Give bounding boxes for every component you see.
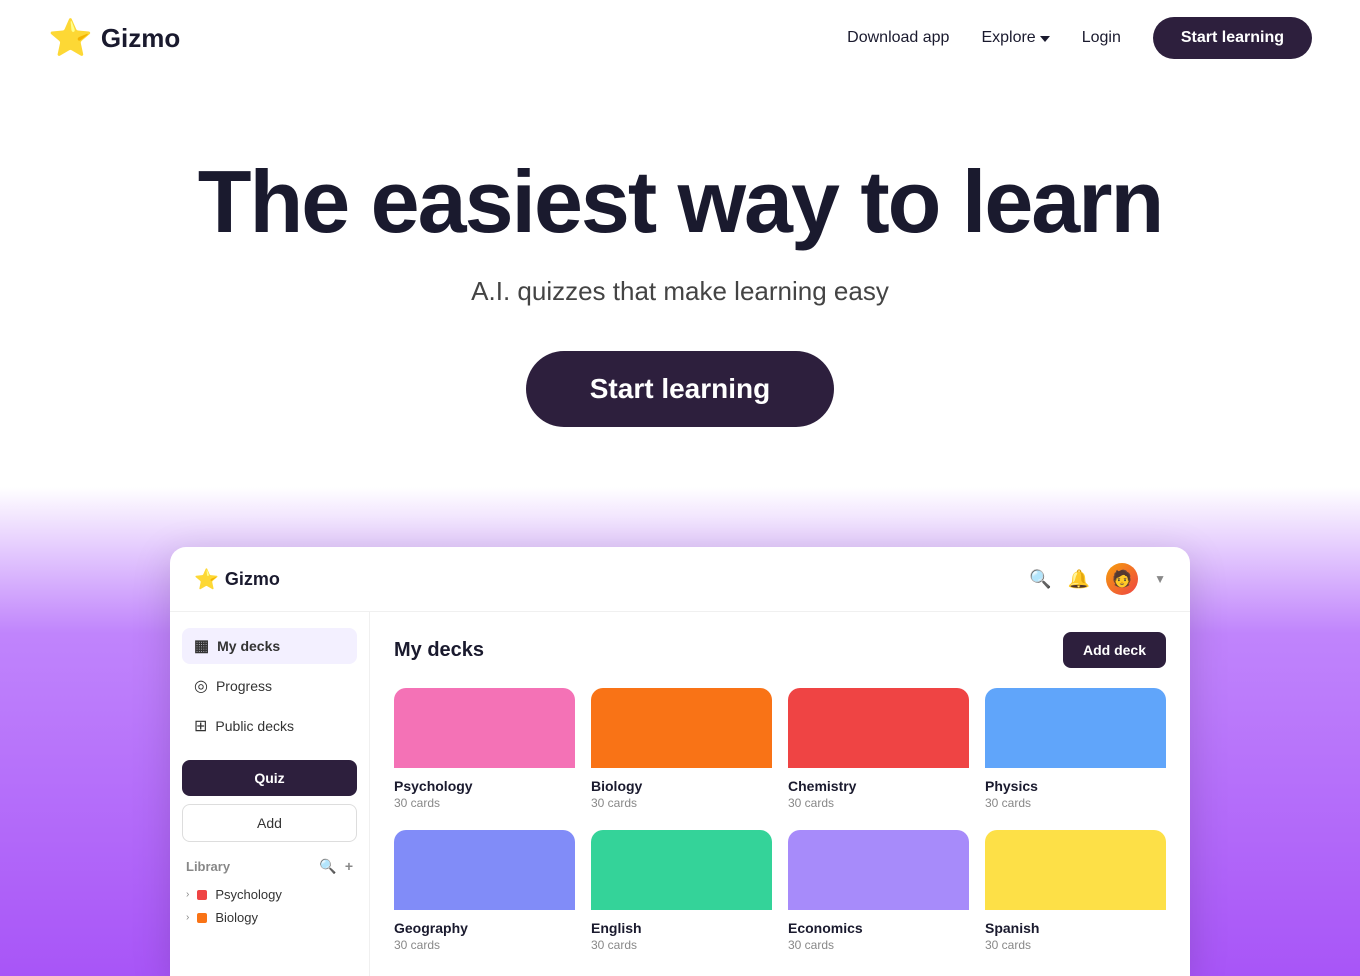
deck-card-english[interactable]: English 30 cards (591, 830, 772, 956)
start-learning-nav-button[interactable]: Start learning (1153, 17, 1312, 59)
deck-name-chemistry: Chemistry (788, 778, 969, 794)
navbar: ⭐ Gizmo Download app Explore Login Start… (0, 0, 1360, 76)
deck-card-economics[interactable]: Economics 30 cards (788, 830, 969, 956)
add-deck-button[interactable]: Add deck (1063, 632, 1166, 668)
avatar[interactable]: 🧑 (1106, 563, 1138, 595)
quiz-button[interactable]: Quiz (182, 760, 357, 796)
deck-name-economics: Economics (788, 920, 969, 936)
deck-count-biology: 30 cards (591, 796, 772, 810)
deck-card-psychology[interactable]: Psychology 30 cards (394, 688, 575, 814)
deck-count-geography: 30 cards (394, 938, 575, 952)
deck-name-english: English (591, 920, 772, 936)
deck-name-physics: Physics (985, 778, 1166, 794)
deck-card-biology[interactable]: Biology 30 cards (591, 688, 772, 814)
psychology-dot (197, 890, 207, 900)
app-sidebar: ▦ My decks ◎ Progress ⊞ Public decks Qui… (170, 612, 370, 976)
deck-card-spanish[interactable]: Spanish 30 cards (985, 830, 1166, 956)
hero-title: The easiest way to learn (48, 156, 1312, 248)
app-topbar: ⭐ Gizmo 🔍 🔔 🧑 ▼ (170, 547, 1190, 612)
library-label: Library (186, 859, 230, 874)
sidebar-item-label: Public decks (215, 718, 294, 734)
chevron-down-icon[interactable]: ▼ (1154, 572, 1166, 586)
deck-info-spanish: Spanish 30 cards (985, 910, 1166, 956)
chevron-down-icon (1040, 36, 1050, 42)
sidebar-item-label: Progress (216, 678, 272, 694)
app-logo[interactable]: ⭐ Gizmo (194, 567, 280, 592)
chevron-right-icon: › (186, 889, 189, 900)
deck-color-english (591, 830, 772, 910)
deck-color-economics (788, 830, 969, 910)
deck-info-geography: Geography 30 cards (394, 910, 575, 956)
deck-info-economics: Economics 30 cards (788, 910, 969, 956)
sidebar-library: Library 🔍 + › Psychology › (182, 858, 357, 929)
logo[interactable]: ⭐ Gizmo (48, 20, 180, 56)
deck-name-psychology: Psychology (394, 778, 575, 794)
deck-info-physics: Physics 30 cards (985, 768, 1166, 814)
library-item-label: Biology (215, 910, 258, 925)
deck-count-psychology: 30 cards (394, 796, 575, 810)
start-learning-hero-button[interactable]: Start learning (526, 351, 834, 427)
biology-dot (197, 913, 207, 923)
sidebar-item-my-decks[interactable]: ▦ My decks (182, 628, 357, 664)
deck-color-biology (591, 688, 772, 768)
deck-info-biology: Biology 30 cards (591, 768, 772, 814)
deck-grid: Psychology 30 cards Biology 30 cards (394, 688, 1166, 956)
library-item-label: Psychology (215, 887, 281, 902)
deck-count-spanish: 30 cards (985, 938, 1166, 952)
app-logo-star-icon: ⭐ (194, 567, 219, 592)
deck-info-english: English 30 cards (591, 910, 772, 956)
deck-card-geography[interactable]: Geography 30 cards (394, 830, 575, 956)
decks-icon: ▦ (194, 636, 209, 656)
deck-color-chemistry (788, 688, 969, 768)
deck-count-economics: 30 cards (788, 938, 969, 952)
download-app-link[interactable]: Download app (847, 29, 949, 47)
app-main-header: My decks Add deck (394, 632, 1166, 668)
sidebar-item-label: My decks (217, 638, 280, 654)
explore-link[interactable]: Explore (981, 29, 1049, 47)
library-item-biology[interactable]: › Biology (182, 906, 357, 929)
deck-info-chemistry: Chemistry 30 cards (788, 768, 969, 814)
deck-color-physics (985, 688, 1166, 768)
progress-icon: ◎ (194, 676, 208, 696)
deck-name-geography: Geography (394, 920, 575, 936)
deck-name-spanish: Spanish (985, 920, 1166, 936)
hero-section: The easiest way to learn A.I. quizzes th… (0, 76, 1360, 487)
deck-color-geography (394, 830, 575, 910)
nav-links: Download app Explore Login Start learnin… (847, 17, 1312, 59)
app-screenshot-section: ⭐ Gizmo 🔍 🔔 🧑 ▼ ▦ My decks ◎ (0, 487, 1360, 976)
deck-color-psychology (394, 688, 575, 768)
search-icon[interactable]: 🔍 (1029, 569, 1051, 590)
bell-icon[interactable]: 🔔 (1068, 569, 1090, 590)
library-add-icon[interactable]: + (345, 858, 353, 875)
deck-card-chemistry[interactable]: Chemistry 30 cards (788, 688, 969, 814)
public-decks-icon: ⊞ (194, 716, 207, 736)
library-item-psychology[interactable]: › Psychology (182, 883, 357, 906)
sidebar-item-public-decks[interactable]: ⊞ Public decks (182, 708, 357, 744)
library-icons: 🔍 + (319, 858, 353, 875)
deck-card-physics[interactable]: Physics 30 cards (985, 688, 1166, 814)
deck-name-biology: Biology (591, 778, 772, 794)
deck-info-psychology: Psychology 30 cards (394, 768, 575, 814)
logo-star-icon: ⭐ (48, 20, 93, 56)
login-link[interactable]: Login (1082, 29, 1121, 47)
deck-count-chemistry: 30 cards (788, 796, 969, 810)
logo-text: Gizmo (101, 23, 180, 54)
app-body: ▦ My decks ◎ Progress ⊞ Public decks Qui… (170, 612, 1190, 976)
sidebar-item-progress[interactable]: ◎ Progress (182, 668, 357, 704)
app-topbar-icons: 🔍 🔔 🧑 ▼ (1029, 563, 1166, 595)
hero-subtitle: A.I. quizzes that make learning easy (48, 276, 1312, 307)
add-button[interactable]: Add (182, 804, 357, 842)
app-window: ⭐ Gizmo 🔍 🔔 🧑 ▼ ▦ My decks ◎ (170, 547, 1190, 976)
deck-color-spanish (985, 830, 1166, 910)
deck-count-physics: 30 cards (985, 796, 1166, 810)
deck-count-english: 30 cards (591, 938, 772, 952)
app-main: My decks Add deck Psychology 30 cards (370, 612, 1190, 976)
chevron-right-icon: › (186, 912, 189, 923)
sidebar-action-buttons: Quiz Add (182, 760, 357, 842)
app-logo-text: Gizmo (225, 569, 280, 590)
my-decks-title: My decks (394, 639, 484, 662)
library-search-icon[interactable]: 🔍 (319, 858, 336, 875)
library-header: Library 🔍 + (182, 858, 357, 875)
